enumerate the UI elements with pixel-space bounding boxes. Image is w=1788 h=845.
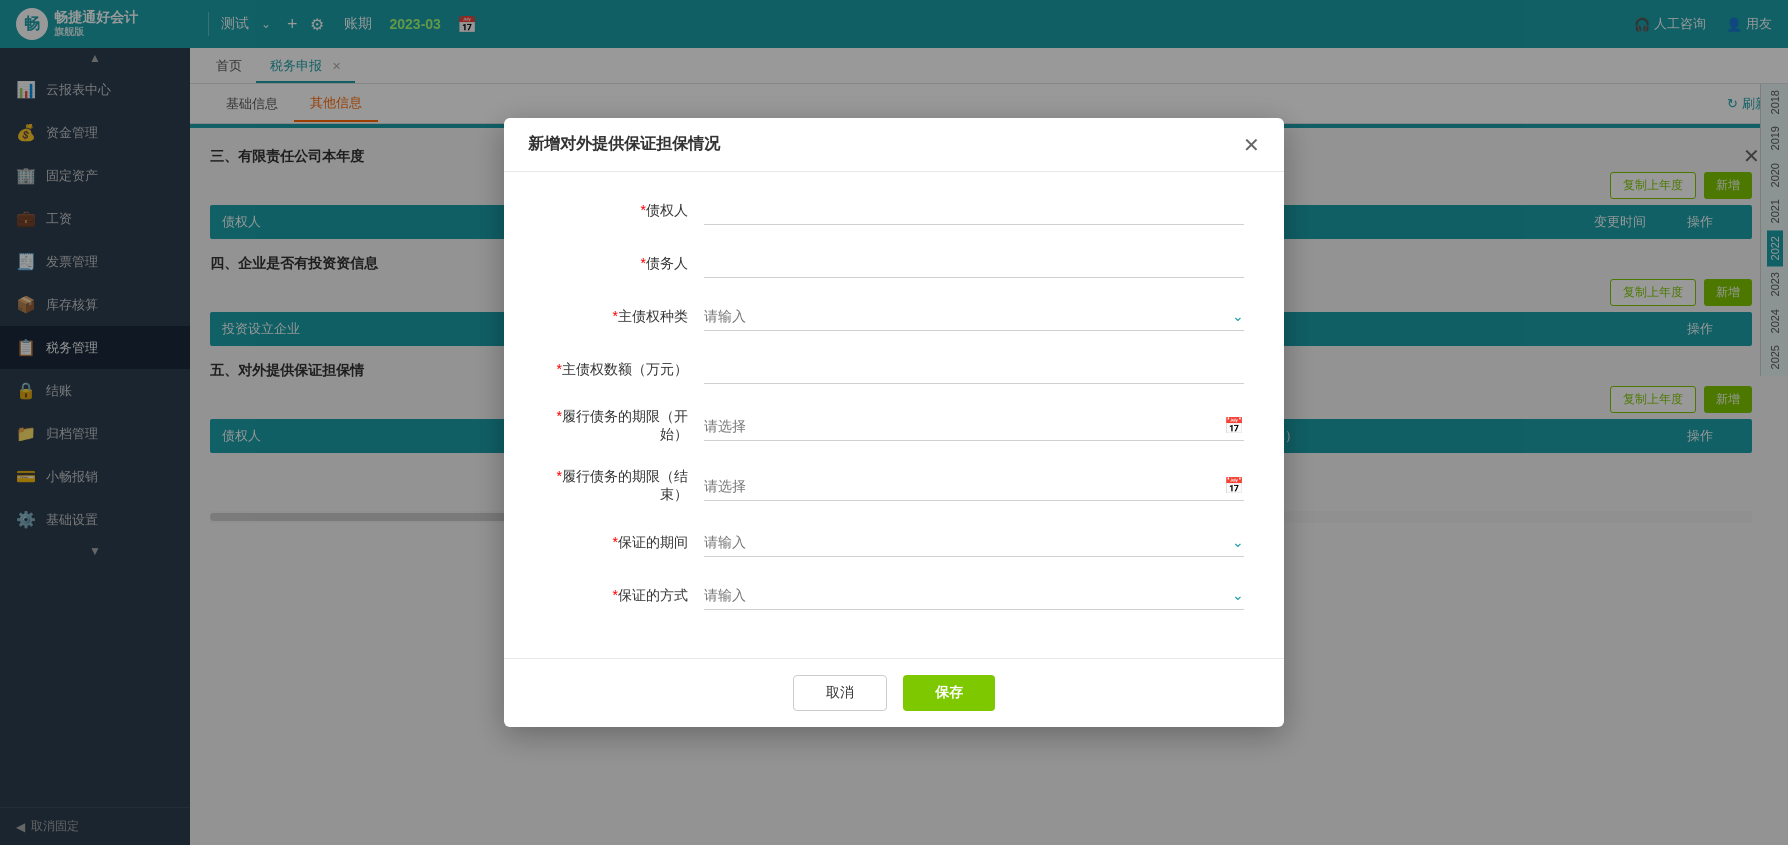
period-start-input[interactable] xyxy=(704,412,1224,440)
modal-title: 新增对外提供保证担保情况 xyxy=(528,134,720,155)
guarantee-method-dropdown-icon[interactable]: ⌄ xyxy=(1232,587,1244,603)
claim-type-dropdown-icon[interactable]: ⌄ xyxy=(1232,308,1244,324)
form-row-guarantee-period: *保证的期间 ⌄ xyxy=(544,528,1244,557)
form-row-period-start: *履行债务的期限（开始） 📅 xyxy=(544,408,1244,444)
debtor-label: *债务人 xyxy=(544,255,704,273)
period-start-label: *履行债务的期限（开始） xyxy=(544,408,704,444)
form-row-claim-amount: *主债权数额（万元） xyxy=(544,355,1244,384)
period-end-label: *履行债务的期限（结束） xyxy=(544,468,704,504)
claim-amount-label: *主债权数额（万元） xyxy=(544,361,704,379)
creditor-label: *债权人 xyxy=(544,202,704,220)
guarantee-method-input[interactable] xyxy=(704,581,1232,609)
debtor-input[interactable] xyxy=(704,249,1244,278)
guarantee-period-dropdown-icon[interactable]: ⌄ xyxy=(1232,534,1244,550)
modal-overlay: 新增对外提供保证担保情况 ✕ *债权人 *债务人 *主债权种类 xyxy=(0,0,1788,845)
period-end-input[interactable] xyxy=(704,472,1224,500)
claim-type-label: *主债权种类 xyxy=(544,308,704,326)
guarantee-method-label: *保证的方式 xyxy=(544,587,704,605)
form-row-guarantee-method: *保证的方式 ⌄ xyxy=(544,581,1244,610)
save-button[interactable]: 保存 xyxy=(903,675,995,711)
period-end-calendar-icon[interactable]: 📅 xyxy=(1224,476,1244,495)
modal: 新增对外提供保证担保情况 ✕ *债权人 *债务人 *主债权种类 xyxy=(504,118,1284,727)
guarantee-period-select-wrapper: ⌄ xyxy=(704,528,1244,557)
form-row-claim-type: *主债权种类 ⌄ xyxy=(544,302,1244,331)
period-start-date-wrapper: 📅 xyxy=(704,412,1244,441)
claim-type-input[interactable] xyxy=(704,302,1232,330)
cancel-button[interactable]: 取消 xyxy=(793,675,887,711)
guarantee-period-label: *保证的期间 xyxy=(544,534,704,552)
modal-body: *债权人 *债务人 *主债权种类 ⌄ xyxy=(504,172,1284,658)
form-row-debtor: *债务人 xyxy=(544,249,1244,278)
claim-type-select-wrapper: ⌄ xyxy=(704,302,1244,331)
modal-close-button[interactable]: ✕ xyxy=(1243,135,1260,155)
guarantee-method-select-wrapper: ⌄ xyxy=(704,581,1244,610)
creditor-input[interactable] xyxy=(704,196,1244,225)
period-start-calendar-icon[interactable]: 📅 xyxy=(1224,416,1244,435)
period-end-date-wrapper: 📅 xyxy=(704,472,1244,501)
form-row-creditor: *债权人 xyxy=(544,196,1244,225)
modal-header: 新增对外提供保证担保情况 ✕ xyxy=(504,118,1284,172)
guarantee-period-input[interactable] xyxy=(704,528,1232,556)
form-row-period-end: *履行债务的期限（结束） 📅 xyxy=(544,468,1244,504)
claim-amount-input[interactable] xyxy=(704,355,1244,384)
modal-footer: 取消 保存 xyxy=(504,658,1284,727)
